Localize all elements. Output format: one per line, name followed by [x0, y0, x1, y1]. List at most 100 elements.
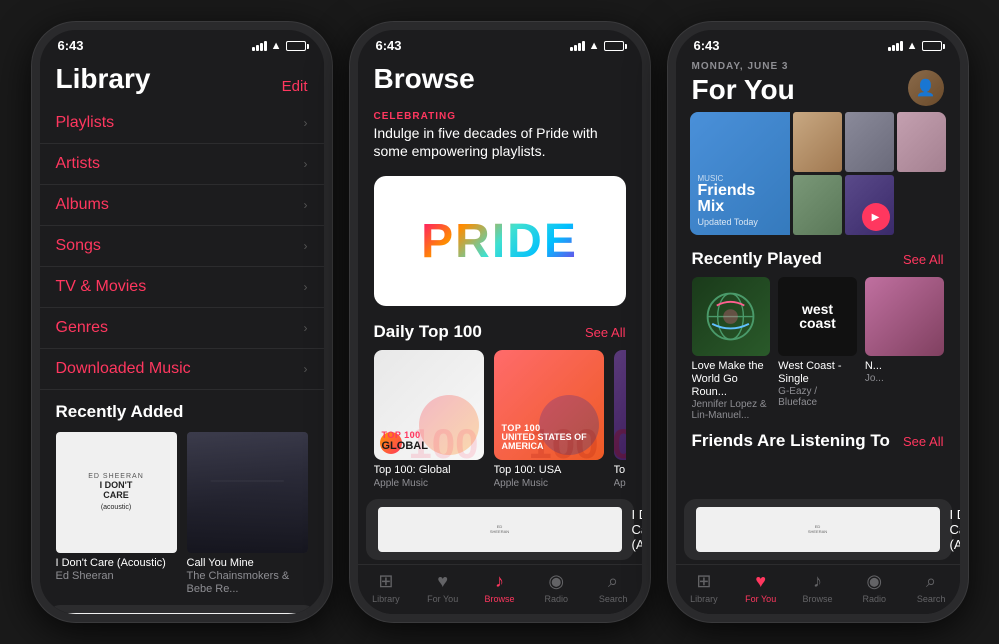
celebrating-text: Indulge in five decades of Pride with so…: [374, 124, 626, 160]
tab-browse-label: Browse: [802, 594, 832, 604]
album-card-ed-sheeran[interactable]: ED SHEERAN I DON'TCARE(acoustic) I Don't…: [56, 432, 177, 597]
mini-album-art: EDSHEERAN: [60, 613, 304, 622]
tab-search[interactable]: ⌕ Search: [585, 571, 642, 604]
album-name-chainsmokers: Call You Mine: [187, 557, 308, 570]
recently-added-title: Recently Added: [56, 402, 308, 422]
tab-radio[interactable]: ◉ Radio: [528, 571, 585, 604]
tab-radio-label: Radio: [863, 594, 887, 604]
status-icons-library: ▲: [252, 40, 306, 52]
time-library: 6:43: [58, 38, 84, 53]
see-all-recently-played[interactable]: See All: [903, 252, 943, 267]
rp-title-1: Love Make the World Go Roun...: [692, 360, 771, 400]
top100-card-global[interactable]: TOP 100 GLOBAL 100 Top 100: Global Apple…: [374, 350, 484, 492]
top100-global-label: TOP 100: [382, 430, 476, 440]
status-icons-foryou: ▲: [888, 40, 942, 52]
album-artist-ed: Ed Sheeran: [56, 570, 177, 583]
daily-top-title: Daily Top 100: [374, 322, 482, 342]
library-screen: Library Edit Playlists › Artists › Album…: [40, 57, 324, 622]
foryou-screen: MONDAY, JUNE 3 For You 👤 MUSIC FriendsMi…: [676, 57, 960, 614]
see-all-friends[interactable]: See All: [903, 434, 943, 449]
recently-played-cards: Love Make the World Go Roun... Jennifer …: [692, 277, 944, 421]
tab-browse[interactable]: ♪ Browse: [471, 571, 528, 604]
chevron-icon: ›: [304, 239, 308, 253]
nav-artists[interactable]: Artists ›: [40, 144, 324, 185]
mini-player-library[interactable]: EDSHEERAN I Don't Care (Acoustic) ⏸ ⏭: [48, 605, 316, 622]
top100-usa-title: Top 100: USA: [494, 464, 604, 477]
rp-art-westcoast: westcoast: [778, 277, 857, 356]
recently-played-title: Recently Played: [692, 249, 822, 269]
play-button-overlay[interactable]: ▶: [862, 203, 890, 231]
chevron-icon: ›: [304, 116, 308, 130]
friends-listening-header: Friends Are Listening To See All: [692, 431, 944, 451]
friends-mix-subtitle: Updated Today: [698, 217, 782, 227]
chevron-icon: ›: [304, 362, 308, 376]
rp-artist-1: Jennifer Lopez & Lin-Manuel...: [692, 399, 771, 421]
tab-radio-label: Radio: [545, 594, 569, 604]
browse-header: Browse: [358, 57, 642, 103]
status-icons-browse: ▲: [570, 40, 624, 52]
top100-card-usa[interactable]: TOP 100 UNITED STATES OF AMERICA 100 Top…: [494, 350, 604, 492]
celebrating-label: CELEBRATING: [374, 111, 626, 122]
wifi-icon: ▲: [271, 40, 282, 52]
user-avatar[interactable]: 👤: [908, 70, 944, 106]
search-tab-icon: ⌕: [926, 571, 936, 592]
rp-artist-3: Jo...: [865, 373, 944, 384]
library-tab-icon: ⊞: [696, 571, 711, 592]
chevron-icon: ›: [304, 157, 308, 171]
tab-browse[interactable]: ♪ Browse: [789, 571, 846, 604]
mini-player-foryou[interactable]: EDSHEERAN I Don't Care (Acoustic) ⏸ ⏭: [684, 499, 952, 560]
rp-card-3[interactable]: N... Jo...: [865, 277, 944, 421]
mini-player-info: I Don't Care (Acoustic): [632, 507, 642, 552]
rp-card-1[interactable]: Love Make the World Go Roun... Jennifer …: [692, 277, 771, 421]
foryou-tab-icon: ♥: [755, 571, 766, 592]
tab-library[interactable]: ⊞ Library: [358, 571, 415, 604]
rp-artist-2: G-Eazy / Blueface: [778, 386, 857, 408]
mini-album-art: EDSHEERAN: [378, 507, 622, 552]
foryou-date: MONDAY, JUNE 3: [692, 61, 795, 72]
nav-albums[interactable]: Albums ›: [40, 185, 324, 226]
phone-browse: 6:43 ▲ Browse CELEBRATING Indulge in: [350, 22, 650, 622]
see-all-top100[interactable]: See All: [585, 325, 625, 340]
nav-tv-movies[interactable]: TV & Movies ›: [40, 267, 324, 308]
chevron-icon: ›: [304, 280, 308, 294]
rp-card-2[interactable]: westcoast West Coast - Single G-Eazy / B…: [778, 277, 857, 421]
friends-mix-thumb-3: [897, 112, 946, 172]
tab-search[interactable]: ⌕ Search: [903, 571, 960, 604]
nav-downloaded[interactable]: Downloaded Music ›: [40, 349, 324, 390]
mini-player-info: I Don't Care (Acoustic): [950, 507, 960, 552]
tab-library-label: Library: [690, 594, 718, 604]
foryou-header-left: MONDAY, JUNE 3 For You: [692, 61, 795, 106]
wifi-icon: ▲: [589, 40, 600, 52]
friends-listening-title: Friends Are Listening To: [692, 431, 890, 451]
tab-foryou[interactable]: ♥ For You: [732, 571, 789, 604]
top100-other-sub: Ap...: [614, 478, 626, 489]
nav-genres[interactable]: Genres ›: [40, 308, 324, 349]
friends-mix-thumb-5: ▶: [845, 175, 894, 235]
top100-card-other[interactable]: 100 To... Ap...: [614, 350, 626, 492]
top100-global-art: TOP 100 GLOBAL 100: [374, 350, 484, 460]
phone-foryou: 6:43 ▲ MONDAY, JUNE 3 For You 👤: [668, 22, 968, 622]
foryou-title: For You: [692, 74, 795, 106]
browse-screen: Browse CELEBRATING Indulge in five decad…: [358, 57, 642, 614]
tab-foryou[interactable]: ♥ For You: [414, 571, 471, 604]
tab-search-label: Search: [599, 594, 628, 604]
tab-library-label: Library: [372, 594, 400, 604]
nav-songs[interactable]: Songs ›: [40, 226, 324, 267]
edit-button[interactable]: Edit: [282, 78, 308, 95]
pride-text: PRIDE: [421, 214, 578, 269]
friends-mix-main[interactable]: MUSIC FriendsMix Updated Today: [690, 112, 790, 235]
bottom-tabs-foryou: ⊞ Library ♥ For You ♪ Browse ◉ Radio ⌕: [676, 564, 960, 614]
friends-mix-grid[interactable]: MUSIC FriendsMix Updated Today ▶: [690, 112, 946, 235]
album-card-chainsmokers[interactable]: Call You Mine The Chainsmokers & Bebe Re…: [187, 432, 308, 597]
tab-radio[interactable]: ◉ Radio: [846, 571, 903, 604]
mini-player-browse[interactable]: EDSHEERAN I Don't Care (Acoustic) ⏸ ⏭: [366, 499, 634, 560]
friends-mix-thumb-2: [845, 112, 894, 172]
tab-library[interactable]: ⊞ Library: [676, 571, 733, 604]
time-browse: 6:43: [376, 38, 402, 53]
nav-playlists[interactable]: Playlists ›: [40, 103, 324, 144]
daily-top-header: Daily Top 100 See All: [374, 322, 626, 342]
status-bar-library: 6:43 ▲: [40, 30, 324, 57]
pride-card[interactable]: PRIDE: [374, 176, 626, 306]
radio-tab-icon: ◉: [548, 571, 564, 592]
top100-usa-sub: Apple Music: [494, 478, 604, 489]
